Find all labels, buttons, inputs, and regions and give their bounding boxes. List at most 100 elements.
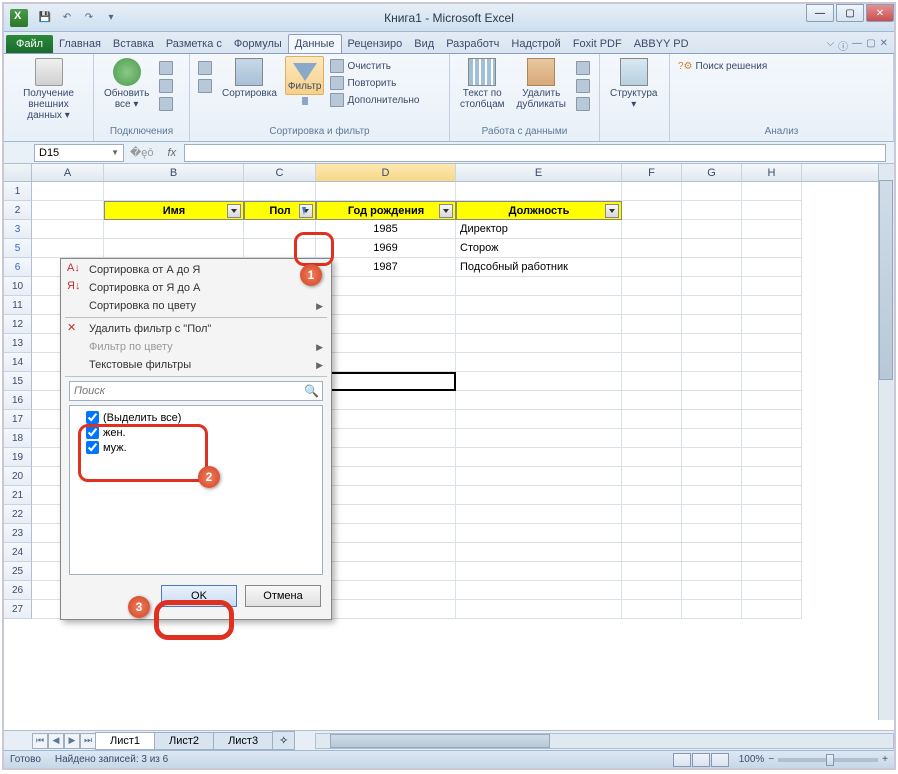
cell[interactable]: [244, 239, 316, 258]
row-header[interactable]: 15: [4, 372, 32, 391]
cell[interactable]: [32, 239, 104, 258]
sheet-tab-3[interactable]: Лист3: [213, 732, 273, 750]
filter-value-select-all[interactable]: (Выделить все): [74, 410, 318, 425]
filter-value-item[interactable]: муж.: [74, 440, 318, 455]
qat-dropdown-icon[interactable]: ▾: [102, 9, 120, 27]
scrollbar-thumb[interactable]: [330, 734, 550, 748]
clear-filter-item[interactable]: ✕Удалить фильтр с "Пол": [61, 320, 331, 338]
col-header-h[interactable]: H: [742, 164, 802, 181]
cell[interactable]: 1987: [316, 258, 456, 277]
cell[interactable]: Сторож: [456, 239, 622, 258]
cell[interactable]: [316, 353, 456, 372]
checkbox[interactable]: [86, 426, 99, 439]
cell[interactable]: [316, 543, 456, 562]
cell[interactable]: [316, 448, 456, 467]
col-header-b[interactable]: B: [104, 164, 244, 181]
cell[interactable]: [316, 581, 456, 600]
row-header[interactable]: 5: [4, 239, 32, 258]
cell[interactable]: [316, 391, 456, 410]
cell[interactable]: [622, 524, 682, 543]
zoom-slider[interactable]: [778, 758, 878, 762]
horizontal-scrollbar[interactable]: [315, 733, 894, 749]
row-header[interactable]: 1: [4, 182, 32, 201]
cell[interactable]: [622, 562, 682, 581]
clear-filter-button[interactable]: Очистить: [328, 58, 421, 74]
cell[interactable]: [456, 296, 622, 315]
cancel-button[interactable]: Отмена: [245, 585, 321, 607]
tab-insert[interactable]: Вставка: [107, 35, 160, 53]
filter-search-input[interactable]: [69, 381, 323, 401]
cell[interactable]: [622, 201, 682, 220]
cell[interactable]: [244, 182, 316, 201]
cell[interactable]: [742, 486, 802, 505]
cell[interactable]: [316, 429, 456, 448]
cell[interactable]: [456, 524, 622, 543]
cell[interactable]: [456, 315, 622, 334]
cell[interactable]: [682, 220, 742, 239]
cell[interactable]: [316, 467, 456, 486]
row-header[interactable]: 13: [4, 334, 32, 353]
reapply-button[interactable]: Повторить: [328, 75, 421, 91]
sheet-nav-prev[interactable]: ◀: [48, 733, 64, 749]
sort-az-item[interactable]: A↓Сортировка от А до Я: [61, 261, 331, 279]
col-header-e[interactable]: E: [456, 164, 622, 181]
sheet-nav-first[interactable]: ⏮: [32, 733, 48, 749]
cell[interactable]: [316, 486, 456, 505]
view-pagebreak-button[interactable]: [711, 753, 729, 767]
properties-icon[interactable]: [157, 78, 175, 94]
cell[interactable]: [742, 410, 802, 429]
row-header[interactable]: 18: [4, 429, 32, 448]
cell[interactable]: [682, 486, 742, 505]
tab-foxit[interactable]: Foxit PDF: [567, 35, 628, 53]
cell[interactable]: [456, 505, 622, 524]
cell[interactable]: [32, 201, 104, 220]
header-position[interactable]: Должность: [456, 201, 622, 220]
row-header[interactable]: 24: [4, 543, 32, 562]
row-header[interactable]: 14: [4, 353, 32, 372]
cell[interactable]: [742, 296, 802, 315]
zoom-thumb[interactable]: [826, 754, 834, 766]
ribbon-help-icon[interactable]: ⓘ: [838, 38, 848, 53]
cell[interactable]: [682, 201, 742, 220]
cell[interactable]: [622, 448, 682, 467]
row-header[interactable]: 16: [4, 391, 32, 410]
scrollbar-thumb[interactable]: [879, 180, 893, 380]
new-sheet-button[interactable]: ✧: [272, 731, 295, 750]
cell[interactable]: [622, 429, 682, 448]
cell[interactable]: [682, 391, 742, 410]
data-validation-icon[interactable]: [574, 60, 592, 76]
tab-addins[interactable]: Надстрой: [505, 35, 566, 53]
row-header[interactable]: 23: [4, 524, 32, 543]
cell[interactable]: [682, 277, 742, 296]
cell[interactable]: [316, 182, 456, 201]
cell[interactable]: [742, 258, 802, 277]
tab-layout[interactable]: Разметка с: [160, 35, 228, 53]
cell[interactable]: [742, 277, 802, 296]
cell[interactable]: [742, 334, 802, 353]
cell[interactable]: [316, 315, 456, 334]
cell[interactable]: [682, 372, 742, 391]
consolidate-icon[interactable]: [574, 78, 592, 94]
cell[interactable]: [316, 296, 456, 315]
row-header[interactable]: 19: [4, 448, 32, 467]
cell[interactable]: [742, 220, 802, 239]
filter-value-item[interactable]: жен.: [74, 425, 318, 440]
col-header-d[interactable]: D: [316, 164, 456, 181]
whatif-icon[interactable]: [574, 96, 592, 112]
row-header[interactable]: 21: [4, 486, 32, 505]
cell[interactable]: [742, 239, 802, 258]
row-header[interactable]: 11: [4, 296, 32, 315]
col-header-c[interactable]: C: [244, 164, 316, 181]
cell[interactable]: [682, 353, 742, 372]
cell[interactable]: [316, 277, 456, 296]
col-header-a[interactable]: A: [32, 164, 104, 181]
doc-min-icon[interactable]: —: [852, 38, 862, 53]
cell[interactable]: [622, 581, 682, 600]
checkbox[interactable]: [86, 441, 99, 454]
cell[interactable]: [32, 182, 104, 201]
formula-input[interactable]: [184, 144, 886, 162]
sheet-tab-2[interactable]: Лист2: [154, 732, 214, 750]
cell[interactable]: [456, 372, 622, 391]
tab-data[interactable]: Данные: [288, 34, 342, 53]
remove-duplicates-button[interactable]: Удалить дубликаты: [513, 56, 570, 112]
